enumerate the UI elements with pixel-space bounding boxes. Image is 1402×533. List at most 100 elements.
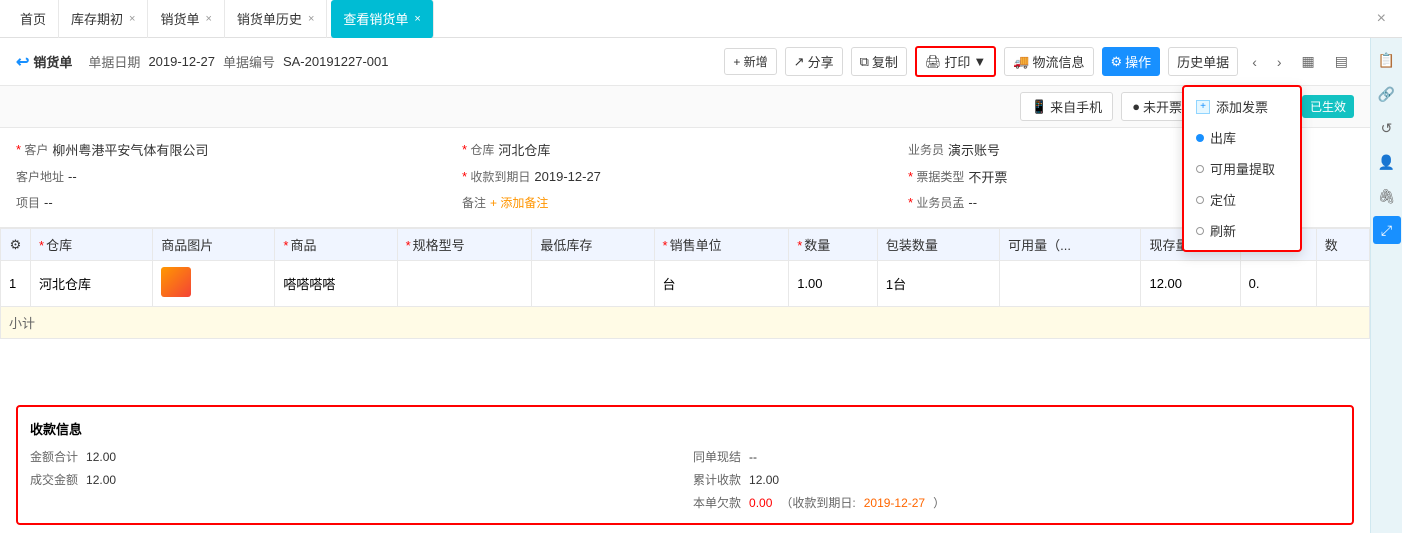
th-unit: *销售单位 (654, 229, 789, 261)
doc-title: ↩ 销货单 (16, 52, 72, 72)
phone-icon: 📱 (1031, 99, 1047, 115)
tab-home-label: 首页 (20, 9, 46, 28)
ticket-label: * 票据类型 (908, 168, 964, 185)
row-warehouse: 河北仓库 (31, 261, 153, 307)
window-close-btn[interactable]: × (1369, 10, 1394, 28)
tab-sales-order[interactable]: 销货单 × (148, 0, 224, 38)
dropdown-locate[interactable]: 定位 (1184, 184, 1300, 215)
row-price: 0. (1240, 261, 1316, 307)
tab-sales-history[interactable]: 销货单历史 × (225, 0, 327, 38)
payment-panel: 收款信息 金额合计 12.00 同单现结 -- 成交金额 12.00 累计收款 … (16, 405, 1354, 525)
doc-type-icon: ↩ (16, 52, 29, 72)
tab-view-close[interactable]: × (414, 13, 420, 25)
duedate-value: 2019-12-27 (534, 169, 601, 184)
tab-inventory-label: 库存期初 (71, 9, 123, 28)
tab-history-close[interactable]: × (308, 13, 314, 25)
operate-btn[interactable]: ⚙ 操作 (1102, 47, 1161, 76)
owe-date: 2019-12-27 (864, 496, 925, 510)
no-label: 单据编号 (223, 52, 275, 71)
date-value: 2019-12-27 (148, 54, 215, 69)
sidebar-icon-user[interactable]: 👤 (1373, 148, 1401, 176)
table-container: ⚙ *仓库 商品图片 *商品 *规格型号 最低库存 *销售单位 *数量 包装数量… (0, 228, 1370, 397)
sidebar-icon-doc[interactable]: 📋 (1373, 46, 1401, 74)
th-settings[interactable]: ⚙ (1, 229, 31, 261)
add-invoice-label: 添加发票 (1216, 97, 1268, 116)
grid2-btn[interactable]: ▤ (1329, 49, 1354, 74)
add-invoice-icon: + (1196, 100, 1210, 114)
tab-inventory-open[interactable]: 库存期初 × (59, 0, 148, 38)
row-available (1000, 261, 1141, 307)
table-row: 1 河北仓库 嗒嗒嗒嗒 台 1.00 1台 12.00 0. (1, 261, 1370, 307)
tab-home[interactable]: 首页 (8, 0, 59, 38)
phone-btn[interactable]: 📱 来自手机 (1020, 92, 1113, 121)
dropdown-outbound[interactable]: 出库 (1184, 122, 1300, 153)
owe-note: （收款到期日: (780, 494, 855, 511)
row-pack-qty: 1台 (877, 261, 999, 307)
row-img (153, 261, 275, 307)
sidebar-icon-expand[interactable]: ⤢ (1373, 216, 1401, 244)
effect-badge: 已生效 (1302, 95, 1354, 118)
deal-field: 成交金额 12.00 (30, 471, 677, 488)
project-field: 项目 -- (16, 194, 462, 211)
th-pack-qty: 包装数量 (877, 229, 999, 261)
new-btn[interactable]: + 新增 (724, 48, 776, 75)
print-btn[interactable]: 🖨 打印 ▼ (915, 46, 996, 77)
prev-btn[interactable]: ‹ (1246, 50, 1263, 74)
logistics-btn[interactable]: 🚚 物流信息 (1004, 47, 1093, 76)
grid1-btn[interactable]: ▦ (1296, 49, 1321, 74)
dropdown-qty-extract[interactable]: 可用量提取 (1184, 153, 1300, 184)
duedate-field: * 收款到期日 2019-12-27 (462, 168, 908, 185)
cumulative-value: 12.00 (749, 473, 779, 487)
row-no: 1 (1, 261, 31, 307)
row-qty: 1.00 (789, 261, 878, 307)
share-icon: ↗ (794, 54, 805, 70)
next-btn[interactable]: › (1271, 50, 1288, 74)
unopen-icon: ● (1132, 99, 1140, 114)
refresh-label: 刷新 (1210, 221, 1236, 240)
duedate-label: * 收款到期日 (462, 168, 530, 185)
amount-value: 12.00 (86, 450, 116, 464)
amount-label: 金额合计 (30, 448, 78, 465)
dropdown-add-invoice[interactable]: + 添加发票 (1184, 91, 1300, 122)
form-section: * 客户 柳州粤港平安气体有限公司 * 仓库 河北仓库 业务员 演示账号 客户地… (0, 128, 1370, 228)
outbound-dot (1196, 134, 1204, 142)
status-bar: 📱 来自手机 ● 未开票 ✔ 已核销 已生效 (0, 86, 1370, 128)
row-stock: 12.00 (1141, 261, 1240, 307)
ticket-value: 不开票 (968, 167, 1007, 186)
th-warehouse: *仓库 (31, 229, 153, 261)
add-note-btn[interactable]: 添加备注 (490, 194, 548, 211)
tab-inventory-close[interactable]: × (129, 13, 135, 25)
sidebar-icon-refresh[interactable]: ↺ (1373, 114, 1401, 142)
doc-header: ↩ 销货单 单据日期 2019-12-27 单据编号 SA-20191227-0… (0, 38, 1370, 86)
business-label: * 业务员孟 (908, 194, 964, 211)
tab-view-label: 查看销货单 (343, 9, 408, 28)
project-value: -- (44, 195, 53, 210)
row-product: 嗒嗒嗒嗒 (275, 261, 397, 307)
th-qty: *数量 (789, 229, 878, 261)
sidebar-icon-link[interactable]: 🔗 (1373, 80, 1401, 108)
table-header-row: ⚙ *仓库 商品图片 *商品 *规格型号 最低库存 *销售单位 *数量 包装数量… (1, 229, 1370, 261)
history-btn[interactable]: 历史单据 (1168, 47, 1238, 76)
refresh-dot (1196, 227, 1204, 235)
copy-btn[interactable]: ⧉ 复制 (851, 47, 907, 76)
tab-sales-close[interactable]: × (205, 13, 211, 25)
subtotal-label: 小计 (1, 307, 1370, 339)
tab-view-sales[interactable]: 查看销货单 × (331, 0, 433, 38)
business-value: -- (968, 195, 977, 210)
sidebar-icon-attach[interactable]: 🖇 (1373, 182, 1401, 210)
same-order-label: 同单现结 (693, 448, 741, 465)
dropdown-refresh[interactable]: 刷新 (1184, 215, 1300, 246)
owe-field: 本单欠款 0.00 （收款到期日: 2019-12-27 ） (693, 494, 1340, 511)
locate-dot (1196, 196, 1204, 204)
doc-actions: + 新增 ↗ 分享 ⧉ 复制 🖨 打印 ▼ 🚚 物流信息 (724, 46, 1354, 77)
same-order-value: -- (749, 450, 757, 464)
owe-label: 本单欠款 (693, 494, 741, 511)
row-spec (397, 261, 532, 307)
tab-bar: 首页 库存期初 × 销货单 × 销货单历史 × 查看销货单 × × (0, 0, 1402, 38)
deal-value: 12.00 (86, 473, 116, 487)
row-unit: 台 (654, 261, 789, 307)
th-amount: 数 (1316, 229, 1369, 261)
date-label: 单据日期 (88, 52, 140, 71)
customer-value: 柳州粤港平安气体有限公司 (52, 140, 208, 159)
share-btn[interactable]: ↗ 分享 (785, 47, 843, 76)
